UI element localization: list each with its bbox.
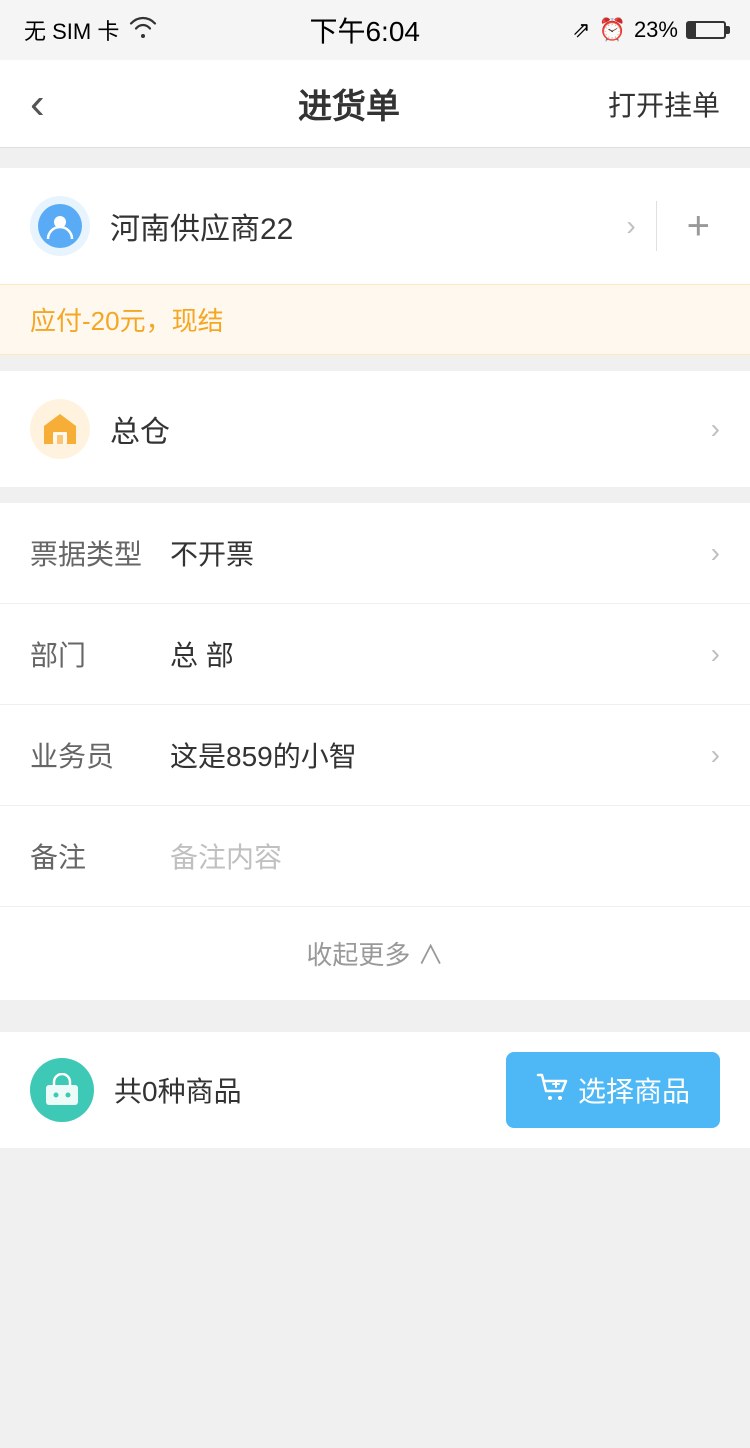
bottom-product-bar: 共0种商品 选择商品 [0, 1032, 750, 1148]
gap-2 [0, 487, 750, 503]
gap-3 [0, 1000, 750, 1016]
status-indicators: ⇗ ⏰ 23% [572, 17, 726, 43]
notice-text: 应付-20元，现结 [30, 306, 224, 336]
add-supplier-button[interactable]: + [677, 204, 720, 249]
battery-icon [686, 21, 726, 39]
vertical-divider [656, 201, 657, 251]
invoice-type-value: 不开票 [170, 533, 711, 573]
carrier-text: 无 SIM 卡 [24, 14, 119, 46]
warehouse-icon [30, 399, 90, 459]
supplier-avatar [30, 196, 90, 256]
supplier-row[interactable]: 河南供应商22 › + [0, 168, 750, 284]
warehouse-section: 总仓 › [0, 371, 750, 487]
salesperson-chevron-icon: › [711, 739, 720, 771]
warehouse-name: 总仓 [110, 407, 711, 451]
form-section: 票据类型 不开票 › 部门 总 部 › 业务员 这是859的小智 › 备注 备注… [0, 503, 750, 1000]
salesperson-value: 这是859的小智 [170, 735, 711, 775]
department-value: 总 部 [170, 634, 711, 674]
back-button[interactable]: ‹ [30, 79, 90, 129]
gap-1 [0, 355, 750, 371]
select-goods-cart-icon [536, 1073, 568, 1108]
select-goods-label: 选择商品 [578, 1070, 690, 1110]
remark-label: 备注 [30, 836, 170, 876]
select-goods-button[interactable]: 选择商品 [506, 1052, 720, 1128]
salesperson-label: 业务员 [30, 735, 170, 775]
status-time: 下午6:04 [309, 10, 420, 50]
battery-percent: 23% [634, 17, 678, 43]
avatar-icon [38, 204, 82, 248]
supplier-name: 河南供应商22 [110, 204, 626, 248]
supplier-chevron-icon: › [626, 210, 635, 242]
location-icon: ⇗ [572, 17, 590, 43]
collapse-label: 收起更多 ∧ [306, 935, 443, 972]
remark-row[interactable]: 备注 备注内容 [0, 805, 750, 906]
status-carrier: 无 SIM 卡 [24, 14, 157, 46]
wifi-icon [129, 16, 157, 44]
salesperson-row[interactable]: 业务员 这是859的小智 › [0, 704, 750, 805]
department-label: 部门 [30, 634, 170, 674]
collapse-bar[interactable]: 收起更多 ∧ [0, 906, 750, 1000]
page-background [0, 1148, 750, 1448]
supplier-section: 河南供应商22 › + 应付-20元，现结 [0, 168, 750, 355]
open-pending-button[interactable]: 打开挂单 [608, 84, 720, 124]
alarm-icon: ⏰ [599, 17, 626, 43]
warehouse-chevron-icon: › [711, 413, 720, 445]
invoice-type-chevron-icon: › [711, 537, 720, 569]
status-bar: 无 SIM 卡 下午6:04 ⇗ ⏰ 23% [0, 0, 750, 60]
invoice-type-row[interactable]: 票据类型 不开票 › [0, 503, 750, 603]
department-chevron-icon: › [711, 638, 720, 670]
remark-input[interactable]: 备注内容 [170, 836, 720, 876]
warehouse-row[interactable]: 总仓 › [0, 371, 750, 487]
invoice-type-label: 票据类型 [30, 533, 170, 573]
nav-bar: ‹ 进货单 打开挂单 [0, 60, 750, 148]
product-count: 共0种商品 [114, 1070, 506, 1110]
page-title: 进货单 [298, 79, 400, 128]
product-icon [30, 1058, 94, 1122]
top-divider [0, 148, 750, 168]
notice-banner: 应付-20元，现结 [0, 284, 750, 355]
department-row[interactable]: 部门 总 部 › [0, 603, 750, 704]
